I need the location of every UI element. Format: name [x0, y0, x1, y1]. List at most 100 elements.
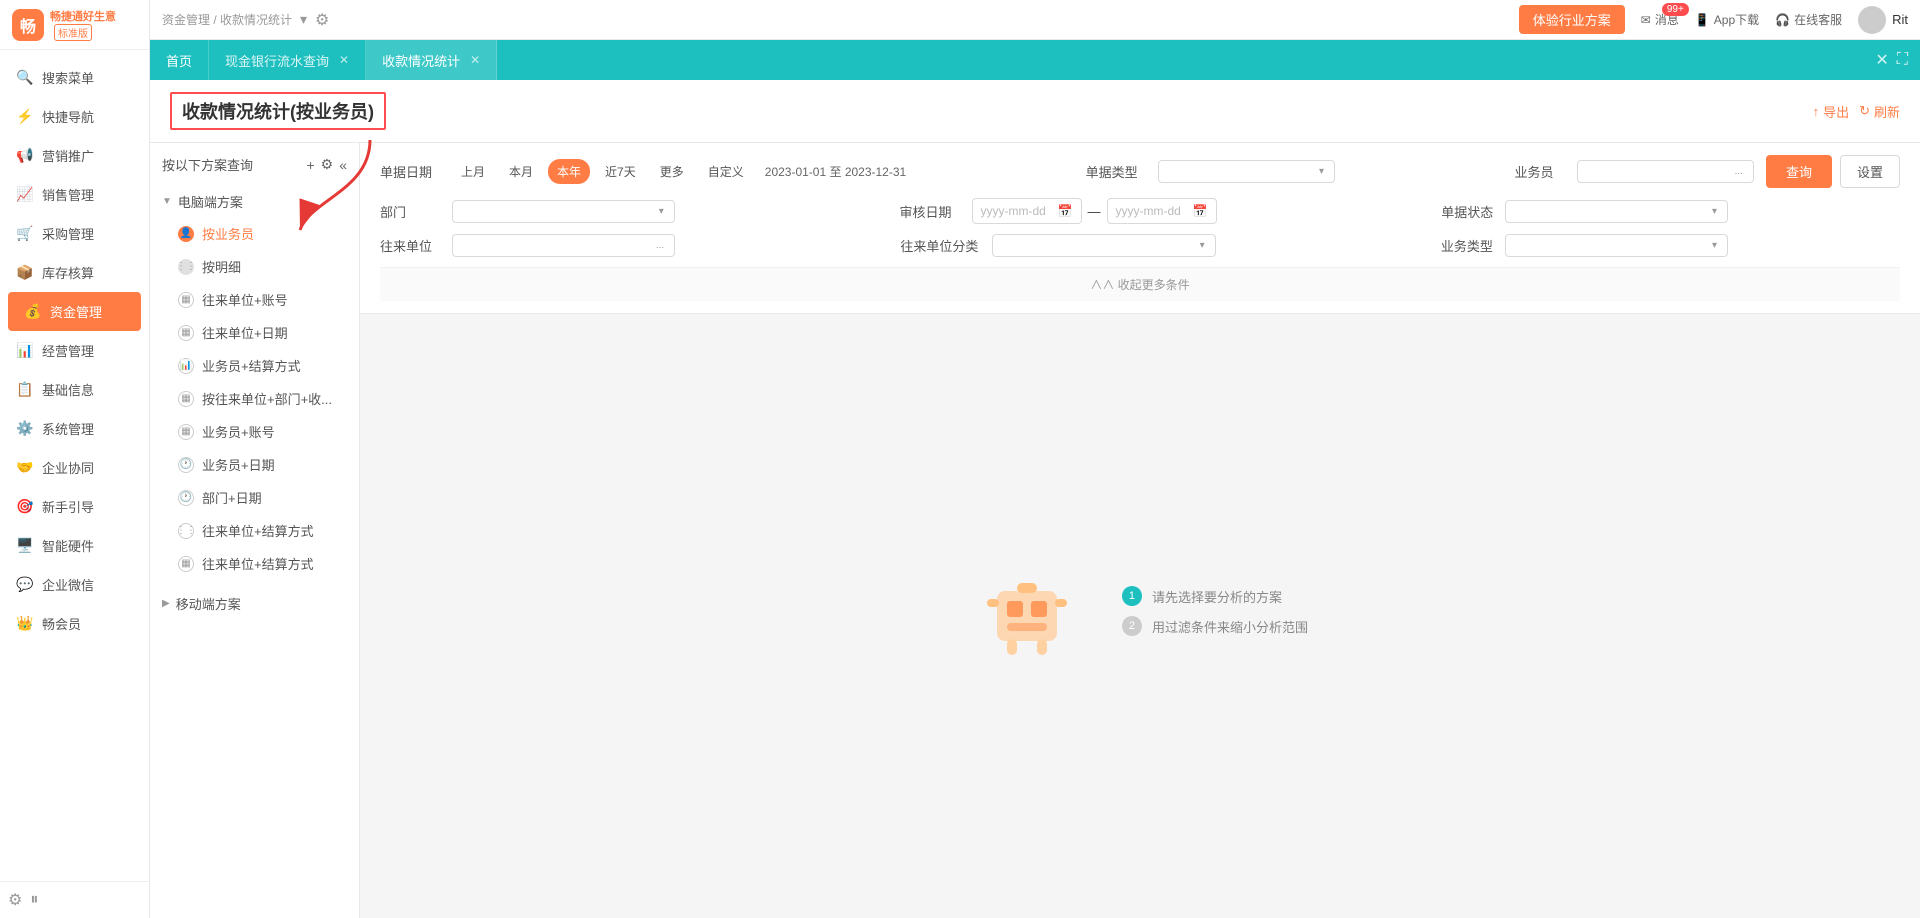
settings-button[interactable]: 设置	[1840, 155, 1900, 188]
pc-group-arrow-icon: ▼	[162, 196, 172, 207]
scheme-item-label: 部门+日期	[202, 488, 262, 507]
tab-bank-flow-close-icon[interactable]: ✕	[339, 53, 349, 67]
sidebar-item-purchase[interactable]: 🛒 采购管理	[0, 214, 149, 253]
date-btn-last-month[interactable]: 上月	[452, 159, 494, 184]
app-download-button[interactable]: 📱 App下载	[1695, 11, 1759, 28]
date-btn-this-year[interactable]: 本年	[548, 159, 590, 184]
sidebar-item-operations[interactable]: 📊 经营管理	[0, 331, 149, 370]
scheme-item-label: 按业务员	[202, 224, 254, 243]
message-button[interactable]: ✉ 消息 99+	[1641, 11, 1679, 28]
scheme-icon-table1: ▦	[178, 292, 194, 308]
tab-maximize-icon[interactable]: ⛶	[1897, 51, 1908, 69]
collapse-more-button[interactable]: ∧∧ 收起更多条件	[380, 267, 1900, 301]
sidebar-item-corp[interactable]: 🤝 企业协同	[0, 448, 149, 487]
scheme-item-label: 往来单位+日期	[202, 323, 288, 342]
collapse-sidebar-icon[interactable]: ⏸	[30, 891, 38, 909]
guide-icon: 🎯	[16, 498, 34, 516]
breadcrumb-dropdown-icon[interactable]: ▾	[300, 11, 307, 28]
refresh-button[interactable]: ↻ 刷新	[1859, 102, 1900, 121]
tab-bank-flow[interactable]: 现金银行流水查询 ✕	[209, 40, 366, 80]
inventory-icon: 📦	[16, 264, 34, 282]
operations-icon: 📊	[16, 342, 34, 360]
salesperson-select[interactable]: ...	[1577, 160, 1754, 183]
tab-bank-flow-label: 现金银行流水查询	[225, 51, 329, 70]
review-date-start-text: yyyy-mm-dd	[981, 204, 1046, 218]
sidebar-item-quick-nav[interactable]: ⚡ 快捷导航	[0, 97, 149, 136]
scheme-item-salesperson-date[interactable]: 🕐 业务员+日期	[150, 448, 359, 481]
sidebar-bottom: ⚙ ⏸	[0, 881, 149, 918]
top-bar-right: 体验行业方案 ✉ 消息 99+ 📱 App下载 🎧 在线客服 Rit	[1519, 5, 1908, 34]
quick-nav-icon: ⚡	[16, 108, 34, 126]
user-area[interactable]: Rit	[1858, 6, 1908, 34]
business-type-select[interactable]: ▾	[1505, 234, 1728, 257]
sidebar-item-guide[interactable]: 🎯 新手引导	[0, 487, 149, 526]
refresh-icon: ↻	[1859, 103, 1870, 119]
tab-close-all-icon[interactable]: ✕	[1875, 50, 1888, 70]
sidebar-item-label: 库存核算	[42, 263, 94, 282]
sidebar-item-search-menu[interactable]: 🔍 搜索菜单	[0, 58, 149, 97]
sidebar-item-sales[interactable]: 📈 销售管理	[0, 175, 149, 214]
tab-collection-stat-label: 收款情况统计	[382, 51, 460, 70]
review-date-label: 审核日期	[900, 202, 960, 221]
tab-collection-stat[interactable]: 收款情况统计 ✕	[366, 40, 497, 80]
collapse-panel-button[interactable]: «	[339, 157, 347, 173]
user-name: Rit	[1892, 12, 1908, 27]
scheme-item-unit-dept-collect[interactable]: ▦ 按往来单位+部门+收...	[150, 382, 359, 415]
sidebar-item-label: 资金管理	[50, 302, 102, 321]
scheme-item-unit-settlement2[interactable]: ▦ 往来单位+结算方式	[150, 547, 359, 580]
scheme-item-salesperson-settlement[interactable]: 📊 业务员+结算方式	[150, 349, 359, 382]
date-btn-custom[interactable]: 自定义	[699, 159, 753, 184]
hardware-icon: 🖥️	[16, 537, 34, 555]
scheme-item-unit-date[interactable]: ▦ 往来单位+日期	[150, 316, 359, 349]
date-label: 单据日期	[380, 162, 440, 181]
review-date-end-input[interactable]: yyyy-mm-dd 📅	[1107, 198, 1217, 224]
doc-status-select[interactable]: ▾	[1505, 200, 1728, 223]
date-btn-7days[interactable]: 近7天	[596, 159, 645, 184]
settings-icon[interactable]: ⚙	[315, 10, 329, 30]
export-button[interactable]: ↑ 导出	[1813, 102, 1850, 121]
calendar-end-icon: 📅	[1193, 204, 1208, 218]
scheme-item-by-salesperson[interactable]: 👤 按业务员	[150, 217, 359, 250]
add-scheme-button[interactable]: +	[306, 157, 314, 173]
scheme-item-label: 往来单位+结算方式	[202, 521, 314, 540]
review-date-start-input[interactable]: yyyy-mm-dd 📅	[972, 198, 1082, 224]
scheme-item-unit-settlement1[interactable]: ⋮⋮ 往来单位+结算方式	[150, 514, 359, 547]
right-panel: 单据日期 上月 本月 本年 近7天 更多 自定义 2023-01-01 至 20…	[360, 143, 1920, 918]
app-download-label: App下载	[1714, 11, 1759, 28]
date-btn-this-month[interactable]: 本月	[500, 159, 542, 184]
sidebar-item-system[interactable]: ⚙️ 系统管理	[0, 409, 149, 448]
settings-bottom-icon[interactable]: ⚙	[8, 890, 22, 910]
step-2-num: 2	[1122, 616, 1142, 636]
mobile-scheme-group-header[interactable]: ▶ 移动端方案	[150, 588, 359, 619]
partner-select[interactable]: ...	[452, 234, 675, 257]
query-button[interactable]: 查询	[1766, 155, 1832, 188]
partner-category-select[interactable]: ▾	[992, 234, 1215, 257]
doc-type-select[interactable]: ▾	[1158, 160, 1335, 183]
tab-home[interactable]: 首页	[150, 40, 209, 80]
pc-scheme-group-header[interactable]: ▼ 电脑端方案	[150, 186, 359, 217]
trial-button[interactable]: 体验行业方案	[1519, 5, 1625, 34]
tab-collection-stat-close-icon[interactable]: ✕	[470, 53, 480, 67]
sidebar-item-finance[interactable]: 💰 资金管理	[8, 292, 141, 331]
scheme-item-dept-date[interactable]: 🕐 部门+日期	[150, 481, 359, 514]
sidebar-item-marketing[interactable]: 📢 营销推广	[0, 136, 149, 175]
sidebar-item-basic[interactable]: 📋 基础信息	[0, 370, 149, 409]
scheme-item-salesperson-account[interactable]: ▦ 业务员+账号	[150, 415, 359, 448]
scheme-settings-icon[interactable]: ⚙	[321, 156, 334, 173]
sidebar-item-wechat[interactable]: 💬 企业微信	[0, 565, 149, 604]
scheme-icon-person: 👤	[178, 226, 194, 242]
scheme-item-by-detail[interactable]: ⋮⋮ 按明细	[150, 250, 359, 283]
empty-illustration	[972, 561, 1082, 671]
scheme-icon-chart: 📊	[178, 358, 194, 374]
dept-chevron-icon: ▾	[659, 206, 664, 217]
online-service-button[interactable]: 🎧 在线客服	[1775, 11, 1842, 28]
date-btn-more[interactable]: 更多	[651, 159, 693, 184]
basic-icon: 📋	[16, 381, 34, 399]
sidebar-item-hardware[interactable]: 🖥️ 智能硬件	[0, 526, 149, 565]
sidebar-item-inventory[interactable]: 📦 库存核算	[0, 253, 149, 292]
dept-select[interactable]: ▾	[452, 200, 675, 223]
sales-icon: 📈	[16, 186, 34, 204]
sidebar-item-member[interactable]: 👑 畅会员	[0, 604, 149, 643]
scheme-item-unit-account[interactable]: ▦ 往来单位+账号	[150, 283, 359, 316]
tab-home-label: 首页	[166, 51, 192, 70]
